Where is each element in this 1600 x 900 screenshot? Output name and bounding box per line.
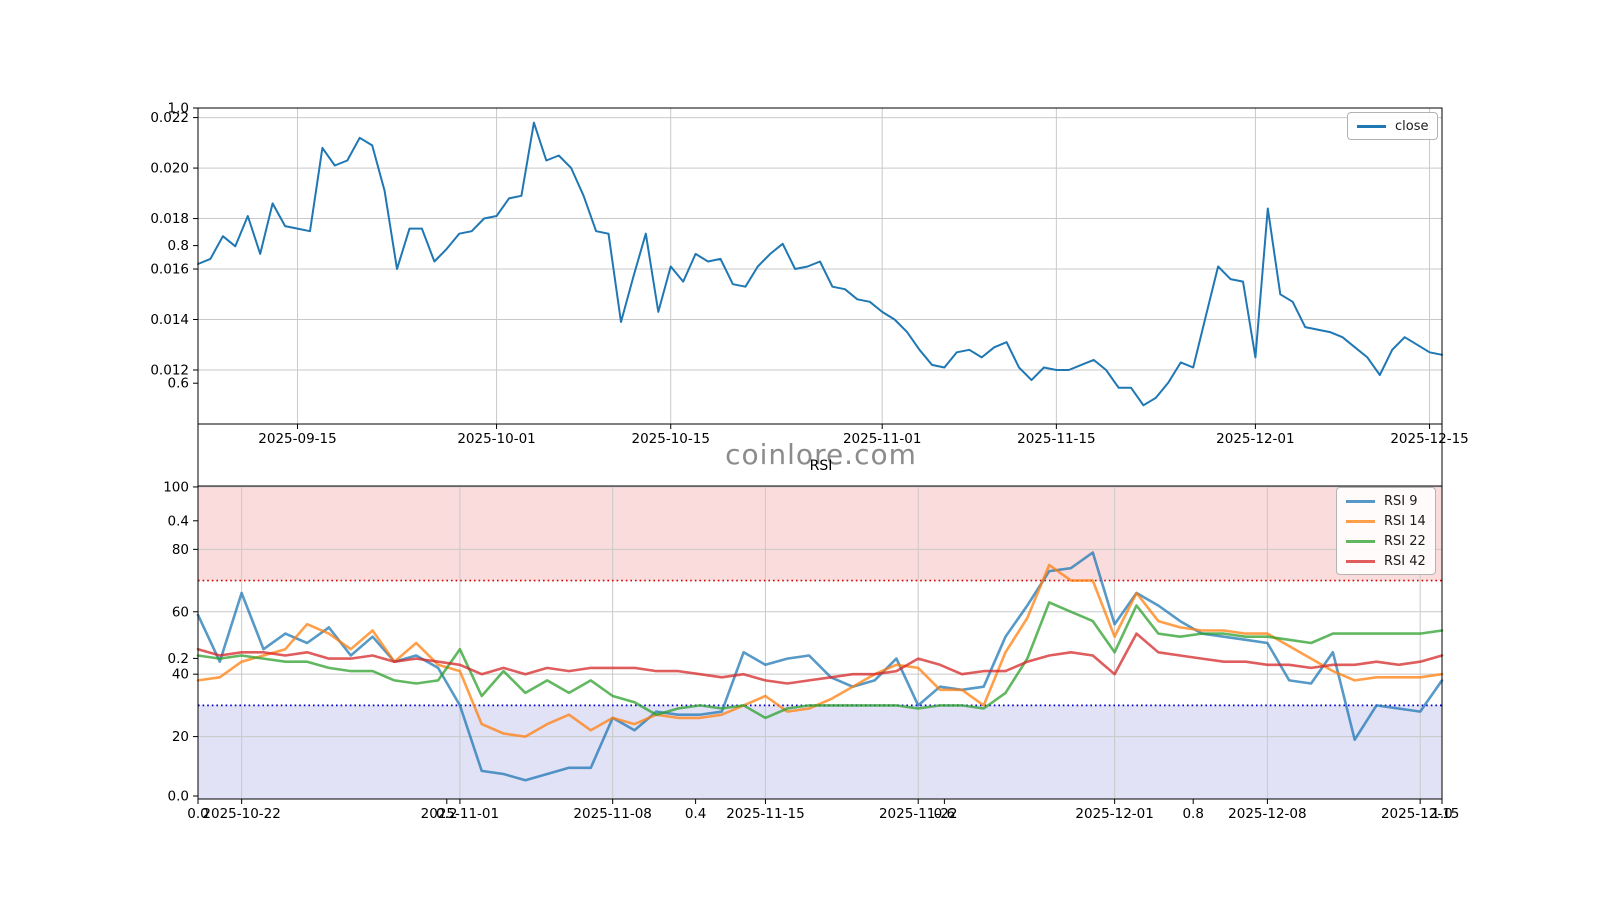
tick-label: 100 — [163, 479, 189, 495]
tick-label: 0.0 — [187, 806, 208, 822]
legend-line-sample — [1346, 499, 1375, 503]
price-chart — [193, 107, 1443, 429]
tick-label: 0.020 — [150, 161, 189, 177]
tick-label: 0.4 — [168, 513, 189, 529]
rsi-chart-title: RSI — [809, 458, 833, 474]
tick-label: 2025-11-15 — [726, 806, 804, 822]
legend-line-sample — [1346, 519, 1375, 523]
tick-label: 80 — [172, 542, 189, 558]
tick-label: 2025-10-22 — [202, 806, 280, 822]
tick-label: 0.014 — [150, 312, 189, 328]
tick-label: 2025-11-15 — [1017, 431, 1095, 447]
figure: 0.012 0.014 0.016 0.018 0.020 0.022 2025-09-15… — [0, 0, 1600, 900]
tick-label: 20 — [172, 729, 189, 745]
legend-line-sample — [1357, 124, 1386, 128]
legend-item: RSI 22 — [1346, 533, 1426, 549]
legend-item: close — [1357, 118, 1428, 134]
tick-label: 2025-12-08 — [1228, 806, 1306, 822]
legend-item: RSI 9 — [1346, 493, 1426, 509]
legend-label: RSI 42 — [1384, 553, 1426, 569]
legend-label: RSI 14 — [1384, 513, 1426, 529]
tick-label: 0.016 — [150, 262, 189, 278]
legend-label: RSI 9 — [1384, 493, 1418, 509]
tick-label: 2025-12-15 — [1390, 431, 1468, 447]
tick-label: 2025-11-08 — [573, 806, 651, 822]
tick-label: 0.6 — [934, 806, 955, 822]
tick-label: 2025-12-01 — [1075, 806, 1153, 822]
rsi-chart — [193, 485, 1444, 804]
tick-label: 2025-12-01 — [1216, 431, 1294, 447]
tick-label: 2025-10-01 — [457, 431, 535, 447]
legend-line-sample — [1346, 539, 1375, 543]
legend-line-sample — [1346, 559, 1375, 563]
tick-label: 0.4 — [685, 806, 706, 822]
tick-label: 2025-09-15 — [258, 431, 336, 447]
tick-label: 0.018 — [150, 211, 189, 227]
overbought-band — [198, 486, 1442, 581]
price-legend: close — [1347, 112, 1439, 140]
tick-label: 0.6 — [168, 376, 189, 392]
tick-label: 0.0 — [168, 789, 189, 805]
oversold-band — [198, 705, 1442, 799]
tick-label: 0.8 — [168, 238, 189, 254]
tick-label: 1.0 — [168, 101, 189, 117]
legend-label: RSI 22 — [1384, 533, 1426, 549]
legend-item: RSI 42 — [1346, 553, 1426, 569]
tick-label: 0.2 — [168, 651, 189, 667]
legend-item: RSI 14 — [1346, 513, 1426, 529]
tick-label: 0.8 — [1182, 806, 1203, 822]
tick-label: 1.0 — [1431, 806, 1452, 822]
legend-label: close — [1395, 118, 1429, 134]
tick-label: 2025-11-01 — [421, 806, 499, 822]
rsi-legend: RSI 9 RSI 14 RSI 22 RSI 42 — [1336, 487, 1436, 575]
tick-label: 40 — [172, 667, 189, 683]
tick-label: 2025-10-15 — [631, 431, 709, 447]
tick-label: 0.2 — [436, 806, 457, 822]
tick-label: 60 — [172, 604, 189, 620]
